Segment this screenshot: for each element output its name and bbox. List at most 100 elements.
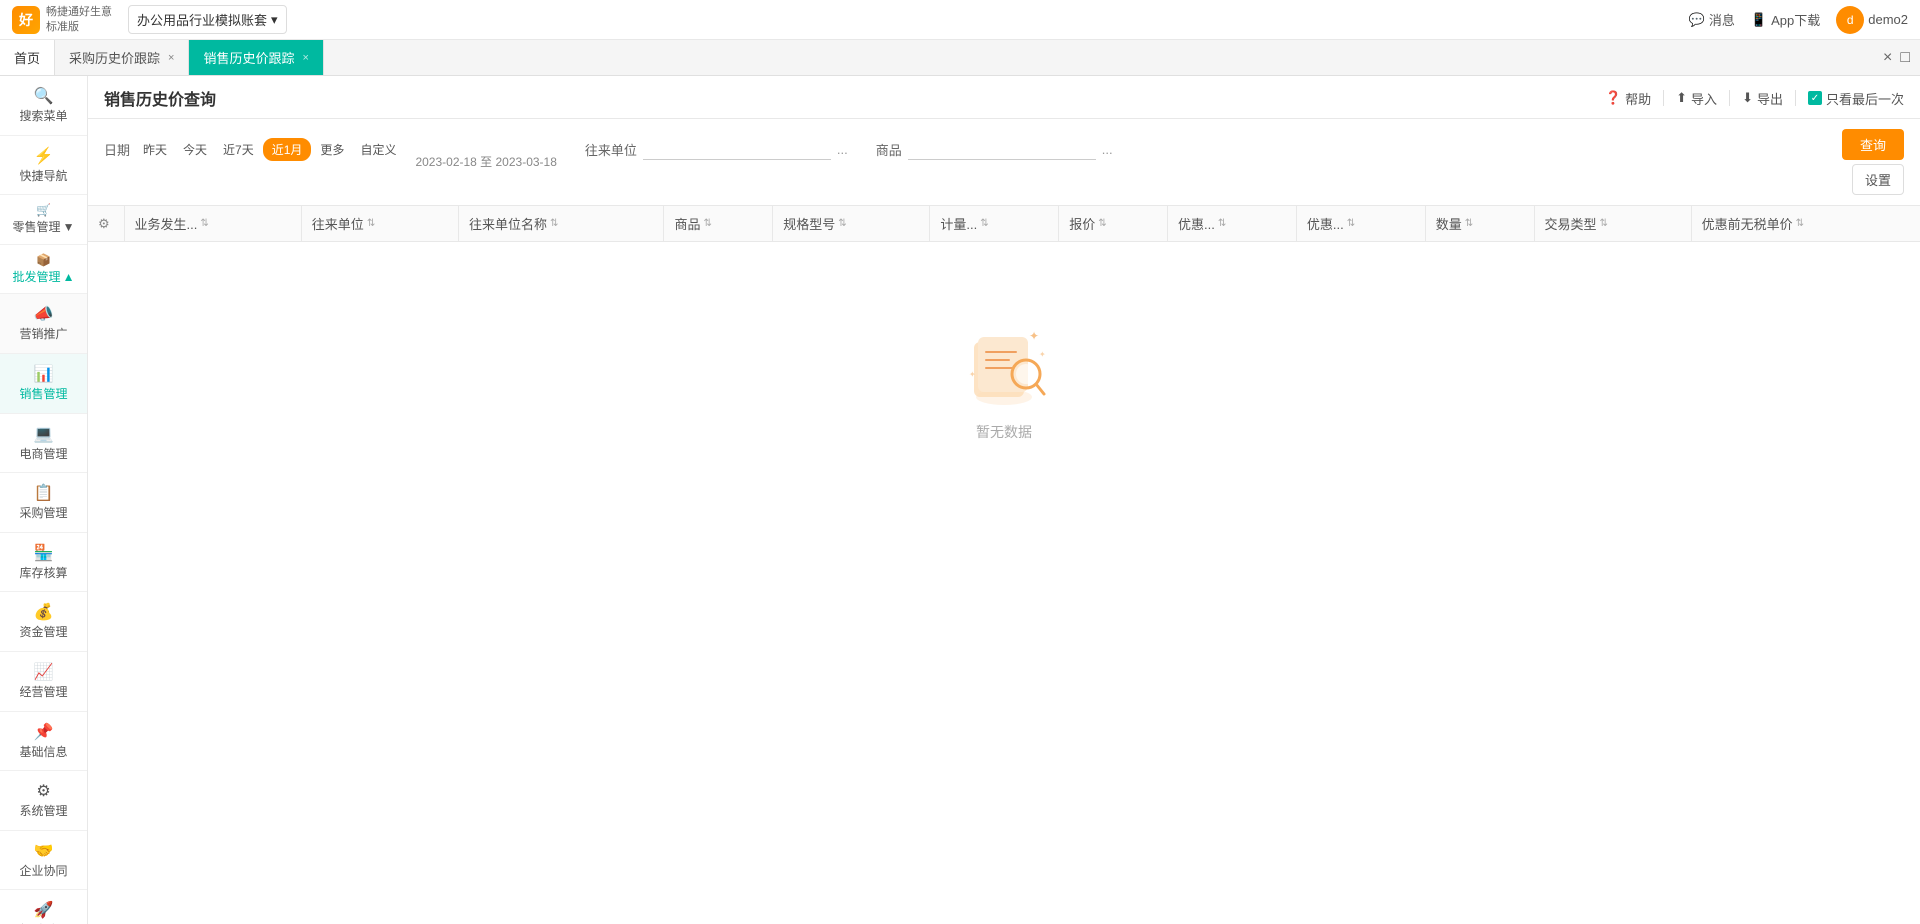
app-selector[interactable]: 办公用品行业模拟账套 ▾ — [128, 5, 287, 34]
empty-state: ✦ ✦ ✦ 暂无数据 — [88, 242, 1920, 522]
sidebar-item-inventory[interactable]: 🏪 库存核算 — [0, 533, 87, 593]
sort-icon-business[interactable]: ⇅ — [200, 218, 208, 229]
help-icon: ❓ — [1605, 90, 1621, 106]
sidebar-item-system[interactable]: ⚙ 系统管理 — [0, 771, 87, 831]
sidebar-item-ecommerce[interactable]: 💻 电商管理 — [0, 414, 87, 474]
from-unit-label: 往来单位 — [585, 140, 637, 159]
sort-icon-discount1[interactable]: ⇅ — [1218, 218, 1226, 229]
topbar-right: 💬 消息 📱 App下载 d demo2 — [1689, 6, 1908, 34]
tab-home[interactable]: 首页 — [0, 40, 55, 75]
sidebar-item-basic-info[interactable]: 📌 基础信息 — [0, 712, 87, 772]
quick-nav-icon: ⚡ — [34, 146, 54, 166]
content-area: 销售历史价查询 ❓ 帮助 ⬆ 导入 ⬇ 导出 — [88, 76, 1920, 924]
sidebar-item-search[interactable]: 🔍 搜索菜单 — [0, 76, 87, 136]
sidebar-item-finance[interactable]: 💰 资金管理 — [0, 592, 87, 652]
sidebar-enterprise-label: 企业协同 — [19, 864, 67, 880]
partner-dots: ... — [837, 142, 848, 157]
sidebar-item-retail[interactable]: 🛒 零售管理 ▼ — [0, 195, 87, 245]
sidebar-item-wholesale[interactable]: 📦 批发管理 ▲ — [0, 245, 87, 295]
divider3 — [1795, 90, 1796, 106]
sidebar-item-purchase[interactable]: 📋 采购管理 — [0, 473, 87, 533]
goods-dots: ... — [1102, 142, 1113, 157]
date-btn-yesterday[interactable]: 昨天 — [136, 138, 174, 161]
page-actions: ❓ 帮助 ⬆ 导入 ⬇ 导出 ✓ — [1605, 89, 1904, 108]
sort-icon-trade[interactable]: ⇅ — [1600, 218, 1608, 229]
col-quote-label: 报价 — [1069, 214, 1095, 233]
col-spec-label: 规格型号 — [783, 214, 835, 233]
retail-icon: 🛒 — [36, 203, 51, 217]
filter-right-actions: 查询 设置 — [1842, 129, 1904, 195]
tab-sales-history[interactable]: 销售历史价跟踪 × — [189, 40, 323, 75]
close-purchase-tab[interactable]: × — [168, 52, 174, 64]
query-button[interactable]: 查询 — [1842, 129, 1904, 160]
sidebar-retail-label: 零售管理 ▼ — [13, 220, 75, 236]
import-icon: ⬆ — [1676, 90, 1687, 106]
sidebar-purchase-label: 采购管理 — [19, 506, 67, 522]
col-pre-discount-label: 优惠前无税单价 — [1702, 214, 1793, 233]
sort-icon-pre-discount[interactable]: ⇅ — [1796, 218, 1804, 229]
col-unit-label: 计量... — [940, 214, 977, 233]
chevron-down-icon: ▾ — [271, 12, 278, 28]
partner-input[interactable] — [643, 140, 831, 160]
sidebar-item-marketing[interactable]: 📣 营销推广 — [0, 294, 87, 354]
col-quote: 报价⇅ — [1059, 206, 1168, 242]
only-last-label: 只看最后一次 — [1826, 89, 1904, 108]
topbar-left: 好 畅捷通好生意 标准版 办公用品行业模拟账套 ▾ — [12, 5, 287, 34]
data-table: ⚙ 业务发生...⇅ 往来单位⇅ 往来单位名称⇅ — [88, 206, 1920, 242]
avatar: d — [1836, 6, 1864, 34]
sort-icon-goods[interactable]: ⇅ — [704, 218, 712, 229]
sort-icon-partner[interactable]: ⇅ — [367, 218, 375, 229]
close-sales-tab[interactable]: × — [302, 52, 308, 64]
help-button[interactable]: ❓ 帮助 — [1605, 89, 1651, 108]
export-button[interactable]: ⬇ 导出 — [1742, 89, 1783, 108]
sidebar-item-newbie[interactable]: 🚀 新手引导 — [0, 890, 87, 924]
message-action[interactable]: 💬 消息 — [1689, 10, 1735, 29]
tab-purchase-history[interactable]: 采购历史价跟踪 × — [55, 40, 189, 75]
sidebar-item-operation[interactable]: 📈 经营管理 — [0, 652, 87, 712]
date-btn-today[interactable]: 今天 — [176, 138, 214, 161]
sales-icon: 📊 — [34, 364, 54, 384]
svg-text:✦: ✦ — [1029, 329, 1039, 343]
sort-icon-quote[interactable]: ⇅ — [1098, 218, 1106, 229]
col-qty: 数量⇅ — [1425, 206, 1534, 242]
sidebar-item-quick-nav[interactable]: ⚡ 快捷导航 — [0, 136, 87, 196]
sidebar-sub-sales: 📊 销售管理 — [0, 354, 87, 414]
goods-input[interactable] — [908, 140, 1096, 160]
app-download-action[interactable]: 📱 App下载 — [1751, 10, 1820, 29]
col-goods-label: 商品 — [674, 214, 700, 233]
sort-icon-discount2[interactable]: ⇅ — [1347, 218, 1355, 229]
date-btn-7days[interactable]: 近7天 — [216, 138, 261, 161]
page-title: 销售历史价查询 — [104, 86, 216, 110]
sales-tab-label: 销售历史价跟踪 — [203, 48, 294, 67]
settings-button[interactable]: 设置 — [1852, 164, 1904, 195]
sidebar-basic-info-label: 基础信息 — [19, 745, 67, 761]
sidebar-search-label: 搜索菜单 — [19, 109, 67, 125]
sidebar-item-enterprise[interactable]: 🤝 企业协同 — [0, 831, 87, 891]
sort-icon-qty[interactable]: ⇅ — [1465, 218, 1473, 229]
maximize-button[interactable]: □ — [1900, 49, 1910, 67]
newbie-icon: 🚀 — [34, 900, 54, 920]
sort-icon-partner-name[interactable]: ⇅ — [550, 218, 558, 229]
date-buttons: 昨天 今天 近7天 近1月 更多 自定义 — [136, 138, 403, 161]
only-last-checkbox[interactable]: ✓ 只看最后一次 — [1808, 89, 1904, 108]
main-layout: 🔍 搜索菜单 ⚡ 快捷导航 🛒 零售管理 ▼ 📦 批发管理 ▲ 📣 营销推广 — [0, 76, 1920, 924]
marketing-icon: 📣 — [34, 304, 54, 324]
sidebar-item-sales[interactable]: 📊 销售管理 — [0, 354, 87, 414]
sidebar: 🔍 搜索菜单 ⚡ 快捷导航 🛒 零售管理 ▼ 📦 批发管理 ▲ 📣 营销推广 — [0, 76, 88, 924]
close-all-tabs-button[interactable]: × — [1883, 49, 1892, 67]
sort-icon-spec[interactable]: ⇅ — [838, 218, 846, 229]
col-discount2: 优惠...⇅ — [1296, 206, 1425, 242]
table-header: ⚙ 业务发生...⇅ 往来单位⇅ 往来单位名称⇅ — [88, 206, 1920, 242]
col-discount1: 优惠...⇅ — [1167, 206, 1296, 242]
date-btn-custom[interactable]: 自定义 — [353, 138, 403, 161]
sidebar-operation-label: 经营管理 — [19, 685, 67, 701]
import-button[interactable]: ⬆ 导入 — [1676, 89, 1717, 108]
date-btn-more[interactable]: 更多 — [313, 138, 351, 161]
sort-icon-unit[interactable]: ⇅ — [980, 218, 988, 229]
column-settings-icon[interactable]: ⚙ — [98, 216, 110, 231]
date-btn-1month[interactable]: 近1月 — [263, 138, 312, 161]
user-menu[interactable]: d demo2 — [1836, 6, 1908, 34]
col-settings: ⚙ — [88, 206, 124, 242]
col-goods: 商品 ⇅ — [664, 206, 773, 242]
sidebar-sales-label: 销售管理 — [19, 387, 67, 403]
